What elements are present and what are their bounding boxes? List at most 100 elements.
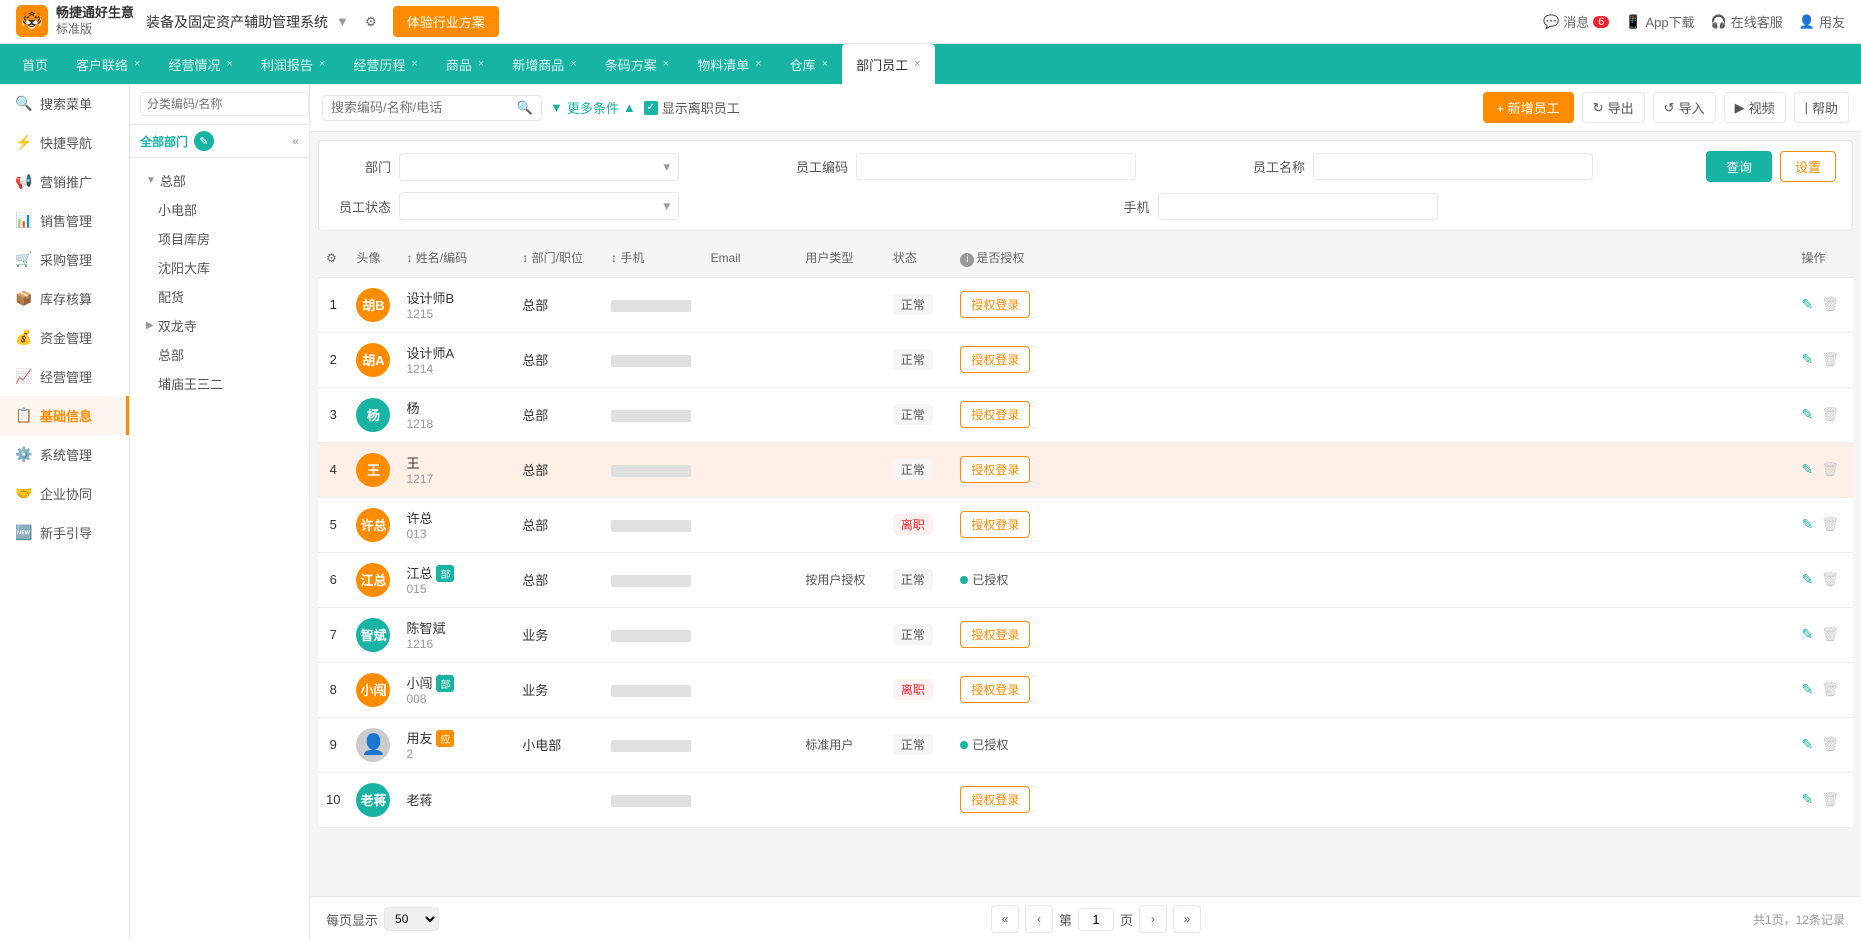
col-phone[interactable]: ↕ 手机: [603, 239, 703, 277]
sidebar-item-shortcut[interactable]: ⚡ 快捷导航: [0, 123, 129, 162]
col-settings[interactable]: ⚙: [318, 239, 348, 277]
delete-btn[interactable]: 🗑: [1821, 791, 1839, 808]
dept-sub-zongbu2[interactable]: 总部: [130, 340, 309, 369]
edit-btn[interactable]: ✎: [1802, 571, 1814, 588]
resigned-checkbox[interactable]: ✓: [644, 101, 658, 115]
tab-close-icon[interactable]: ×: [755, 58, 761, 70]
edit-btn[interactable]: ✎: [1802, 681, 1814, 698]
sidebar-item-collab[interactable]: 🤝 企业协同: [0, 474, 129, 513]
settings-icon[interactable]: ⚙: [357, 8, 385, 36]
search-input[interactable]: [331, 100, 517, 115]
app-download-action[interactable]: 📱 App下载: [1625, 12, 1694, 31]
sidebar-item-finance[interactable]: 💰 资金管理: [0, 318, 129, 357]
tab-bom[interactable]: 物料清单 ×: [683, 44, 775, 84]
empstatus-filter-select[interactable]: ▾: [399, 192, 679, 220]
tab-close-icon[interactable]: ×: [478, 58, 484, 70]
sidebar-item-purchase[interactable]: 🛒 采购管理: [0, 240, 129, 279]
delete-btn[interactable]: 🗑: [1821, 681, 1839, 698]
auth-btn[interactable]: 授权登录: [960, 346, 1030, 373]
all-dept-label[interactable]: 全部部门: [140, 133, 188, 150]
empcode-filter-input[interactable]: [856, 153, 1136, 180]
tab-close-icon[interactable]: ×: [570, 58, 576, 70]
delete-btn[interactable]: 🗑: [1821, 626, 1839, 643]
tab-close-icon[interactable]: ×: [914, 58, 920, 70]
auth-info-icon[interactable]: i: [960, 253, 974, 267]
sidebar-item-inventory[interactable]: 📦 库存核算: [0, 279, 129, 318]
auth-btn[interactable]: 授权登录: [960, 401, 1030, 428]
tab-add-goods[interactable]: 新增商品 ×: [498, 44, 590, 84]
sidebar-item-sales[interactable]: 📊 销售管理: [0, 201, 129, 240]
tab-warehouse[interactable]: 仓库 ×: [776, 44, 842, 84]
prev-page-btn[interactable]: ‹: [1025, 905, 1053, 933]
sidebar-item-marketing[interactable]: 📢 营销推广: [0, 162, 129, 201]
sidebar-item-basic[interactable]: 📋 基础信息: [0, 396, 129, 435]
edit-btn[interactable]: ✎: [1802, 461, 1814, 478]
search-icon[interactable]: 🔍: [517, 100, 533, 116]
edit-btn[interactable]: ✎: [1802, 406, 1814, 423]
tab-close-icon[interactable]: ×: [411, 58, 417, 70]
dept-collapse-btn[interactable]: «: [292, 134, 299, 148]
auth-btn[interactable]: 授权登录: [960, 291, 1030, 318]
user-action[interactable]: 👤 用友: [1799, 12, 1845, 31]
tab-operation[interactable]: 经营情况 ×: [154, 44, 246, 84]
delete-btn[interactable]: 🗑: [1821, 736, 1839, 753]
tab-close-icon[interactable]: ×: [134, 58, 140, 70]
auth-btn[interactable]: 授权登录: [960, 456, 1030, 483]
sidebar-item-guide[interactable]: 🆕 新手引导: [0, 513, 129, 552]
auth-btn[interactable]: 授权登录: [960, 511, 1030, 538]
edit-btn[interactable]: ✎: [1802, 736, 1814, 753]
auth-btn[interactable]: 授权登录: [960, 621, 1030, 648]
dept-sub-xiangmukufang[interactable]: 项目库房: [130, 224, 309, 253]
dept-sub-peihuo[interactable]: 配货: [130, 282, 309, 311]
delete-btn[interactable]: 🗑: [1821, 296, 1839, 313]
first-page-btn[interactable]: «: [991, 905, 1019, 933]
dept-filter-select[interactable]: ▾: [399, 153, 679, 181]
tab-close-icon[interactable]: ×: [226, 58, 232, 70]
tab-employee[interactable]: 部门员工 ×: [842, 44, 934, 84]
auth-btn[interactable]: 授权登录: [960, 676, 1030, 703]
tab-close-icon[interactable]: ×: [663, 58, 669, 70]
sidebar-item-operation[interactable]: 📈 经营管理: [0, 357, 129, 396]
dept-sub-shenyangdakufang[interactable]: 沈阳大库: [130, 253, 309, 282]
page-size-dropdown[interactable]: 50 100 200: [384, 907, 439, 931]
tab-profit[interactable]: 利润报告 ×: [247, 44, 339, 84]
col-name[interactable]: ↕ 姓名/编码: [398, 239, 514, 277]
delete-btn[interactable]: 🗑: [1821, 516, 1839, 533]
show-resigned-toggle[interactable]: ✓ 显示离职员工: [644, 98, 740, 117]
export-btn[interactable]: ↻ 导出: [1582, 92, 1645, 123]
edit-btn[interactable]: ✎: [1802, 351, 1814, 368]
message-action[interactable]: 💬 消息 6: [1543, 12, 1609, 31]
try-button[interactable]: 体验行业方案: [393, 6, 499, 37]
edit-btn[interactable]: ✎: [1802, 626, 1814, 643]
view-btn[interactable]: ▶ 视频: [1724, 92, 1786, 123]
tab-close-icon[interactable]: ×: [319, 58, 325, 70]
phone-filter-input[interactable]: [1158, 193, 1438, 220]
page-input[interactable]: [1078, 908, 1114, 931]
col-dept[interactable]: ↕ 部门/职位: [514, 239, 603, 277]
dept-tree-item-zongbu-root[interactable]: ▼ 总部: [130, 166, 309, 195]
edit-btn[interactable]: ✎: [1802, 516, 1814, 533]
system-dropdown-icon[interactable]: ▼: [336, 14, 349, 29]
sidebar-item-search[interactable]: 🔍 搜索菜单: [0, 84, 129, 123]
next-page-btn[interactable]: ›: [1139, 905, 1167, 933]
delete-btn[interactable]: 🗑: [1821, 461, 1839, 478]
edit-btn[interactable]: ✎: [1802, 296, 1814, 313]
dept-sub-xiaodianbul[interactable]: 小电部: [130, 195, 309, 224]
delete-btn[interactable]: 🗑: [1821, 406, 1839, 423]
tab-goods[interactable]: 商品 ×: [432, 44, 498, 84]
auth-btn[interactable]: 授权登录: [960, 786, 1030, 813]
import-btn[interactable]: ↺ 导入: [1653, 92, 1716, 123]
more-filters-btn[interactable]: ▼ 更多条件 ▲: [550, 98, 636, 117]
set-btn[interactable]: 设置: [1780, 151, 1836, 182]
tab-customer[interactable]: 客户联络 ×: [62, 44, 154, 84]
tab-history[interactable]: 经营历程 ×: [339, 44, 431, 84]
query-btn[interactable]: 查询: [1706, 151, 1772, 182]
last-page-btn[interactable]: »: [1173, 905, 1201, 933]
delete-btn[interactable]: 🗑: [1821, 571, 1839, 588]
sidebar-item-system[interactable]: ⚙️ 系统管理: [0, 435, 129, 474]
dept-add-btn[interactable]: ✎: [194, 131, 214, 151]
add-employee-btn[interactable]: + 新增员工: [1483, 92, 1574, 123]
edit-btn[interactable]: ✎: [1802, 791, 1814, 808]
tab-barcode[interactable]: 条码方案 ×: [591, 44, 683, 84]
tab-close-icon[interactable]: ×: [822, 58, 828, 70]
